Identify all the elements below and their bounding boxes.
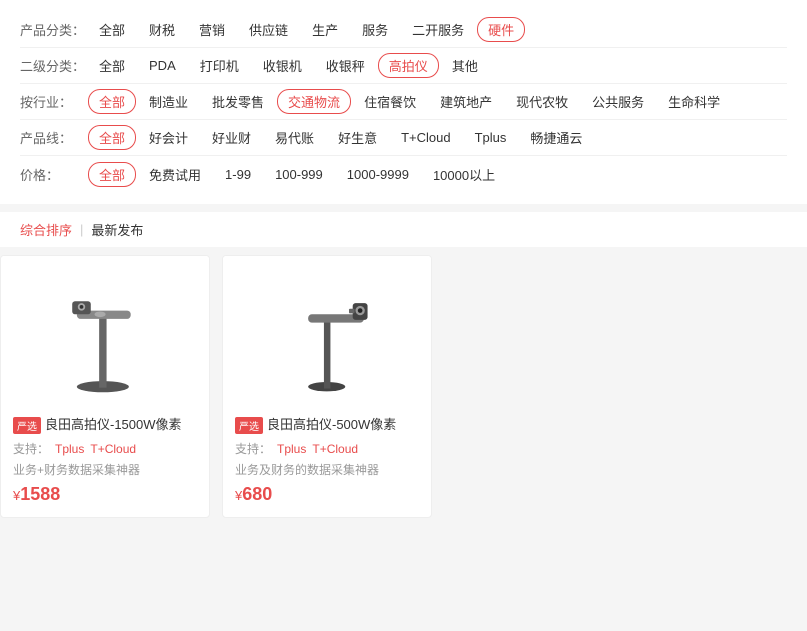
filter-label-category: 产品分类：: [20, 20, 88, 39]
filter-item-industry-8[interactable]: 生命科学: [657, 89, 731, 114]
product-desc-0: 业务+财务数据采集神器: [13, 461, 197, 478]
filter-item-productline-0[interactable]: 全部: [88, 125, 136, 150]
price-currency-0: ¥: [13, 488, 20, 503]
filter-label-subcategory: 二级分类：: [20, 56, 88, 75]
filter-item-industry-7[interactable]: 公共服务: [581, 89, 655, 114]
filter-item-productline-4[interactable]: 好生意: [327, 125, 388, 150]
filter-item-category-7[interactable]: 硬件: [477, 17, 525, 42]
filter-item-productline-5[interactable]: T+Cloud: [390, 127, 462, 148]
product-card-1[interactable]: 严选良田高拍仪-500W像素支持：TplusT+Cloud业务及财务的数据采集神…: [222, 255, 432, 518]
filter-item-industry-3[interactable]: 交通物流: [277, 89, 351, 114]
product-card-0[interactable]: 严选良田高拍仪-1500W像素支持：TplusT+Cloud业务+财务数据采集神…: [0, 255, 210, 518]
filter-items-category: 全部财税营销供应链生产服务二开服务硬件: [88, 17, 787, 42]
product-price-1: ¥680: [235, 484, 419, 505]
product-info-1: 严选良田高拍仪-500W像素支持：TplusT+Cloud业务及财务的数据采集神…: [223, 406, 431, 517]
product-badge-1: 严选: [235, 417, 263, 434]
support-tag-0-1: T+Cloud: [90, 442, 136, 456]
filter-items-subcategory: 全部PDA打印机收银机收银秤高拍仪其他: [88, 53, 787, 78]
filter-item-industry-6[interactable]: 现代农牧: [505, 89, 579, 114]
product-price-0: ¥1588: [13, 484, 197, 505]
filter-item-productline-1[interactable]: 好会计: [138, 125, 199, 150]
filter-item-productline-3[interactable]: 易代账: [264, 125, 325, 150]
filter-item-category-0[interactable]: 全部: [88, 17, 136, 42]
filter-item-price-4[interactable]: 1000-9999: [336, 164, 420, 185]
sort-separator: |: [80, 222, 83, 237]
filter-items-price: 全部免费试用1-99100-9991000-999910000以上: [88, 162, 787, 187]
filter-row-productline: 产品线：全部好会计好业财易代账好生意T+CloudTplus畅捷通云: [20, 120, 787, 156]
filter-panel: 产品分类：全部财税营销供应链生产服务二开服务硬件二级分类：全部PDA打印机收银机…: [0, 0, 807, 204]
filter-item-price-3[interactable]: 100-999: [264, 164, 334, 185]
filter-label-productline: 产品线：: [20, 128, 88, 147]
filter-items-productline: 全部好会计好业财易代账好生意T+CloudTplus畅捷通云: [88, 125, 787, 150]
filter-item-category-5[interactable]: 服务: [351, 17, 399, 42]
support-label-0: 支持：: [13, 440, 49, 457]
sort-active[interactable]: 综合排序: [20, 220, 72, 239]
product-support-0: 支持： Tplus T+Cloud: [13, 440, 197, 457]
product-title-row-0: 严选良田高拍仪-1500W像素: [13, 416, 197, 434]
filter-row-industry: 按行业：全部制造业批发零售交通物流住宿餐饮建筑地产现代农牧公共服务生命科学: [20, 84, 787, 120]
product-info-0: 严选良田高拍仪-1500W像素支持：TplusT+Cloud业务+财务数据采集神…: [1, 406, 209, 517]
filter-item-subcategory-0[interactable]: 全部: [88, 53, 136, 78]
filter-row-category: 产品分类：全部财税营销供应链生产服务二开服务硬件: [20, 12, 787, 48]
filter-item-industry-2[interactable]: 批发零售: [201, 89, 275, 114]
filter-row-price: 价格：全部免费试用1-99100-9991000-999910000以上: [20, 156, 787, 192]
product-desc-1: 业务及财务的数据采集神器: [235, 461, 419, 478]
filter-item-subcategory-1[interactable]: PDA: [138, 55, 187, 76]
product-title-1: 良田高拍仪-500W像素: [267, 416, 396, 434]
price-currency-1: ¥: [235, 488, 242, 503]
filter-item-industry-4[interactable]: 住宿餐饮: [353, 89, 427, 114]
filter-item-price-2[interactable]: 1-99: [214, 164, 262, 185]
filter-label-industry: 按行业：: [20, 92, 88, 111]
filter-item-category-2[interactable]: 营销: [188, 17, 236, 42]
product-support-1: 支持： Tplus T+Cloud: [235, 440, 419, 457]
filter-item-subcategory-5[interactable]: 高拍仪: [378, 53, 439, 78]
filter-item-category-3[interactable]: 供应链: [238, 17, 299, 42]
filter-item-price-5[interactable]: 10000以上: [422, 162, 506, 187]
sort-normal[interactable]: 最新发布: [91, 220, 143, 239]
support-tag-1-0: Tplus: [277, 442, 306, 456]
product-image-1: [223, 256, 431, 406]
filter-items-industry: 全部制造业批发零售交通物流住宿餐饮建筑地产现代农牧公共服务生命科学: [88, 89, 787, 114]
filter-item-category-4[interactable]: 生产: [301, 17, 349, 42]
support-tag-0-0: Tplus: [55, 442, 84, 456]
filter-item-productline-7[interactable]: 畅捷通云: [519, 125, 593, 150]
filter-item-subcategory-6[interactable]: 其他: [441, 53, 489, 78]
product-badge-0: 严选: [13, 417, 41, 434]
product-image-0: [1, 256, 209, 406]
sort-bar: 综合排序 | 最新发布: [0, 212, 807, 247]
filter-item-price-0[interactable]: 全部: [88, 162, 136, 187]
product-title-row-1: 严选良田高拍仪-500W像素: [235, 416, 419, 434]
support-tag-1-1: T+Cloud: [312, 442, 358, 456]
filter-item-industry-0[interactable]: 全部: [88, 89, 136, 114]
product-grid: 严选良田高拍仪-1500W像素支持：TplusT+Cloud业务+财务数据采集神…: [0, 255, 807, 534]
filter-item-productline-6[interactable]: Tplus: [464, 127, 518, 148]
filter-item-industry-1[interactable]: 制造业: [138, 89, 199, 114]
filter-item-category-1[interactable]: 财税: [138, 17, 186, 42]
filter-row-subcategory: 二级分类：全部PDA打印机收银机收银秤高拍仪其他: [20, 48, 787, 84]
filter-label-price: 价格：: [20, 165, 88, 184]
filter-item-subcategory-3[interactable]: 收银机: [252, 53, 313, 78]
filter-item-industry-5[interactable]: 建筑地产: [429, 89, 503, 114]
filter-item-category-6[interactable]: 二开服务: [401, 17, 475, 42]
filter-item-price-1[interactable]: 免费试用: [138, 162, 212, 187]
filter-item-subcategory-4[interactable]: 收银秤: [315, 53, 376, 78]
support-label-1: 支持：: [235, 440, 271, 457]
filter-item-productline-2[interactable]: 好业财: [201, 125, 262, 150]
filter-item-subcategory-2[interactable]: 打印机: [189, 53, 250, 78]
product-title-0: 良田高拍仪-1500W像素: [45, 416, 182, 434]
